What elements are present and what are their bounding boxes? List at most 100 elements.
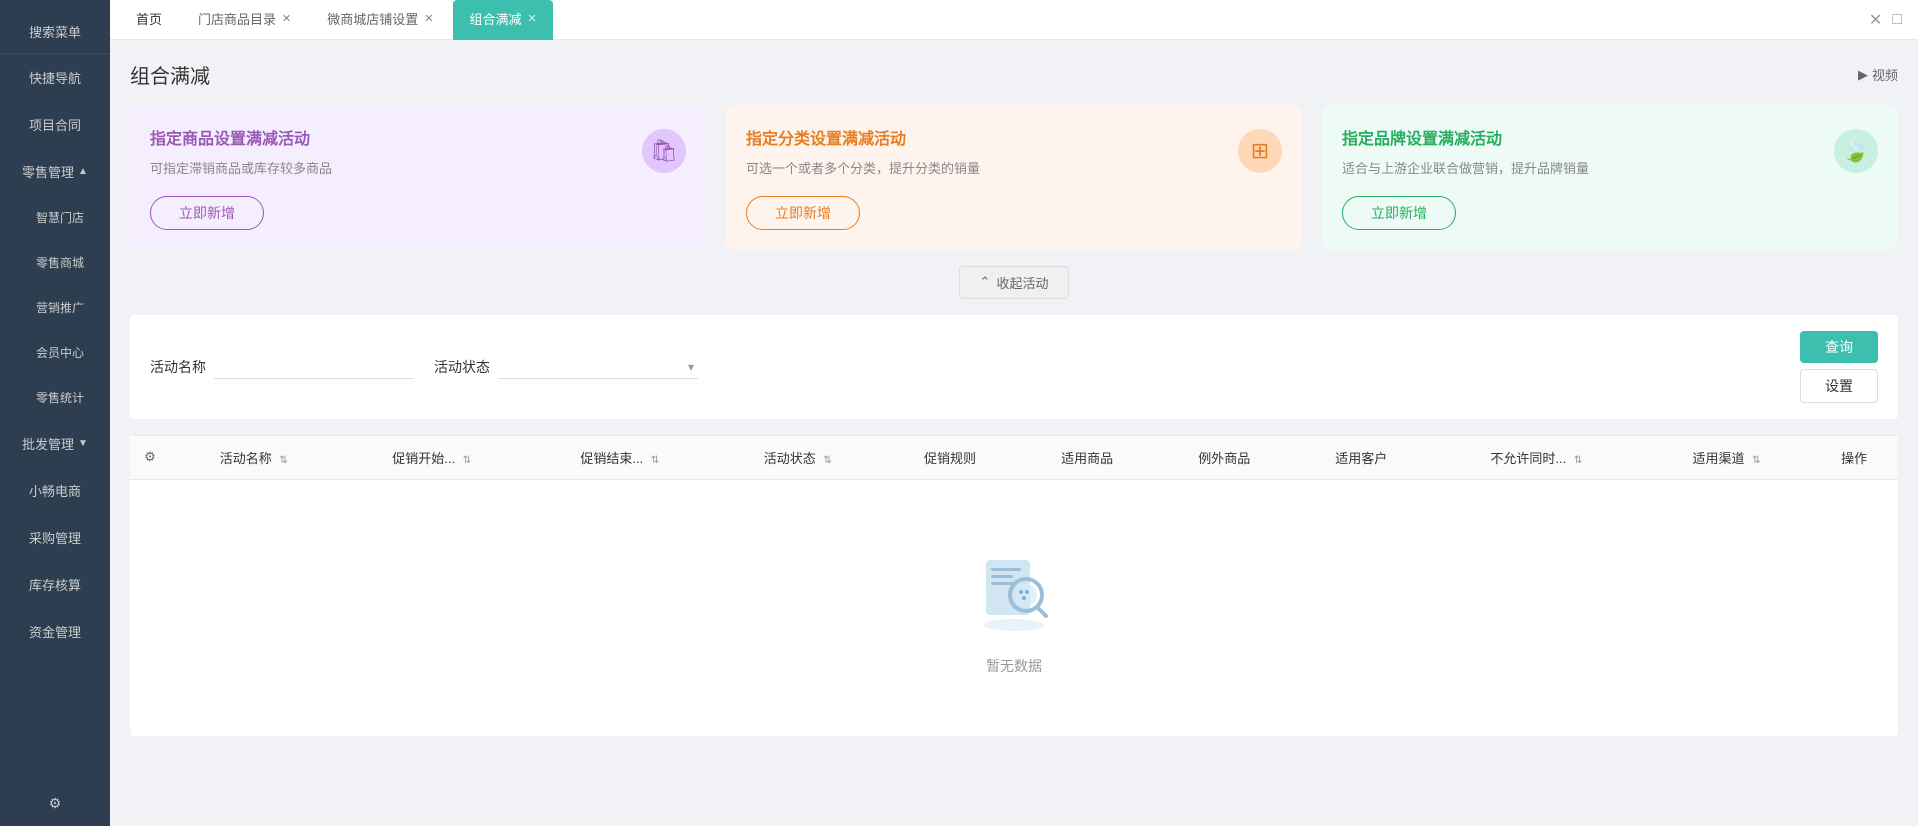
empty-state-cell: 暂无数据 xyxy=(130,479,1898,736)
sidebar-item-label: 营销推广 xyxy=(36,299,84,316)
page-title: 组合满减 xyxy=(130,60,210,89)
sort-icon: ⇅ xyxy=(823,455,831,466)
page-header: 组合满减 ▶ 视频 xyxy=(130,60,1898,89)
video-label: 视频 xyxy=(1872,65,1898,84)
table-col-applicable-customers: 适用客户 xyxy=(1293,435,1430,479)
table-col-activity-status[interactable]: 活动状态 ⇅ xyxy=(714,435,882,479)
col-applicable-products-label: 适用商品 xyxy=(1061,451,1113,466)
activity-status-label: 活动状态 xyxy=(434,357,490,377)
sidebar-item-label: 零售商城 xyxy=(36,254,84,271)
tab-store-catalog-label: 门店商品目录 xyxy=(198,9,276,28)
table-header-row: ⚙ 活动名称 ⇅ 促销开始... ⇅ 促销结束... ⇅ xyxy=(130,435,1898,479)
category-card-icon: ⊞ xyxy=(1238,129,1282,173)
search-row: 活动名称 活动状态 进行中 已结束 未开始 ▾ 查询 设置 xyxy=(130,315,1898,419)
sidebar-item-project-contract[interactable]: 项目合同 xyxy=(0,101,110,148)
tab-store-catalog[interactable]: 门店商品目录 ✕ xyxy=(182,0,307,40)
sort-icon: ⇅ xyxy=(651,455,659,466)
data-table: ⚙ 活动名称 ⇅ 促销开始... ⇅ 促销结束... ⇅ xyxy=(130,435,1898,736)
empty-state: 暂无数据 xyxy=(130,480,1898,736)
sidebar-item-label: 会员中心 xyxy=(36,344,84,361)
close-window-icon[interactable]: ✕ xyxy=(1869,10,1882,30)
collapse-activities-btn[interactable]: ⌃ 收起活动 xyxy=(959,266,1070,299)
sidebar-item-quick-nav[interactable]: 快捷导航 xyxy=(0,54,110,101)
table-col-promo-end[interactable]: 促销结束... ⇅ xyxy=(526,435,714,479)
table-header: ⚙ 活动名称 ⇅ 促销开始... ⇅ 促销结束... ⇅ xyxy=(130,435,1898,479)
col-applicable-channels-label: 适用渠道 xyxy=(1693,451,1745,466)
shopping-bag-icon: 🛍 xyxy=(650,138,678,164)
activity-status-field: 活动状态 进行中 已结束 未开始 ▾ xyxy=(434,354,698,379)
col-promo-start-label: 促销开始... xyxy=(392,451,455,466)
table-col-not-concurrent[interactable]: 不允许同时... ⇅ xyxy=(1430,435,1643,479)
tab-store-catalog-close-icon[interactable]: ✕ xyxy=(282,12,291,25)
sidebar-item-xiaochangec[interactable]: 小畅电商 xyxy=(0,467,110,514)
main-area: 首页 门店商品目录 ✕ 微商城店铺设置 ✕ 组合满减 ✕ ✕ □ 组合满减 ▶ … xyxy=(110,0,1918,826)
query-btn[interactable]: 查询 xyxy=(1800,331,1878,363)
product-promo-card: 指定商品设置满减活动 🛍 可指定滞销商品或库存较多商品 立即新增 xyxy=(130,105,706,250)
tab-combo-discount-close-icon[interactable]: ✕ xyxy=(528,12,537,25)
sidebar-item-label: 零售统计 xyxy=(36,389,84,406)
table-col-promo-start[interactable]: 促销开始... ⇅ xyxy=(338,435,526,479)
sidebar-item-marketing[interactable]: 营销推广 xyxy=(0,285,110,330)
sidebar-item-member-center[interactable]: 会员中心 xyxy=(0,330,110,375)
sidebar-search[interactable]: 搜索菜单 xyxy=(0,10,110,54)
gear-icon: ⚙ xyxy=(49,795,62,811)
sort-icon: ⇅ xyxy=(1574,455,1582,466)
tab-combo-discount-label: 组合满减 xyxy=(469,9,521,28)
sidebar-item-retail-mall[interactable]: 零售商城 xyxy=(0,240,110,285)
chevron-up-icon: ⌃ xyxy=(980,274,991,290)
tab-wechat-store-close-icon[interactable]: ✕ xyxy=(424,12,433,25)
tab-combo-discount[interactable]: 组合满减 ✕ xyxy=(453,0,552,40)
sort-icon: ⇅ xyxy=(463,455,471,466)
sidebar-item-fund[interactable]: 资金管理 xyxy=(0,608,110,655)
product-card-add-btn[interactable]: 立即新增 xyxy=(150,196,264,230)
sidebar-item-smart-store[interactable]: 智慧门店 xyxy=(0,195,110,240)
sidebar-item-label: 零售管理 xyxy=(22,162,74,181)
table-col-applicable-channels[interactable]: 适用渠道 ⇅ xyxy=(1643,435,1811,479)
window-controls: ✕ □ xyxy=(1869,10,1908,30)
sidebar-item-wholesale[interactable]: 批发管理 ▼ xyxy=(0,420,110,467)
activity-status-select[interactable]: 进行中 已结束 未开始 xyxy=(498,354,698,379)
brand-card-title: 指定品牌设置满减活动 xyxy=(1342,125,1878,149)
sidebar-item-inventory[interactable]: 库存核算 xyxy=(0,561,110,608)
tab-wechat-store[interactable]: 微商城店铺设置 ✕ xyxy=(311,0,449,40)
col-actions-label: 操作 xyxy=(1841,451,1867,466)
page-content: 组合满减 ▶ 视频 指定商品设置满减活动 🛍 可指定滞销商品或库存较多商品 立即… xyxy=(110,40,1918,826)
sidebar-item-label: 项目合同 xyxy=(29,115,81,134)
sidebar-item-retail-stats[interactable]: 零售统计 xyxy=(0,375,110,420)
brand-card-desc: 适合与上游企业联合做营销，提升品牌销量 xyxy=(1342,159,1878,180)
empty-state-illustration xyxy=(964,540,1064,640)
tab-wechat-store-label: 微商城店铺设置 xyxy=(327,9,418,28)
col-promo-rules-label: 促销规则 xyxy=(924,451,976,466)
maximize-window-icon[interactable]: □ xyxy=(1892,11,1902,29)
collapse-btn-label: 收起活动 xyxy=(996,273,1048,292)
sidebar-item-label: 小畅电商 xyxy=(29,481,81,500)
search-buttons: 查询 设置 xyxy=(1800,331,1878,403)
tab-home[interactable]: 首页 xyxy=(120,0,178,40)
activity-name-input[interactable] xyxy=(214,354,414,379)
settings-btn[interactable]: 设置 xyxy=(1800,369,1878,403)
video-link[interactable]: ▶ 视频 xyxy=(1858,65,1898,84)
sidebar-item-retail-management[interactable]: 零售管理 ▲ xyxy=(0,148,110,195)
col-promo-end-label: 促销结束... xyxy=(580,451,643,466)
col-excluded-products-label: 例外商品 xyxy=(1198,451,1250,466)
brand-promo-card: 指定品牌设置满减活动 🍃 适合与上游企业联合做营销，提升品牌销量 立即新增 xyxy=(1322,105,1898,250)
product-card-desc: 可指定滞销商品或库存较多商品 xyxy=(150,159,686,180)
sidebar-item-purchase[interactable]: 采购管理 xyxy=(0,514,110,561)
sidebar: 搜索菜单 快捷导航 项目合同 零售管理 ▲ 智慧门店 零售商城 营销推广 会员中… xyxy=(0,0,110,826)
table-col-activity-name[interactable]: 活动名称 ⇅ xyxy=(170,435,338,479)
product-card-title: 指定商品设置满减活动 xyxy=(150,125,686,149)
table-settings-gear-icon[interactable]: ⚙ xyxy=(144,449,156,464)
sidebar-item-label: 快捷导航 xyxy=(29,68,81,87)
leaf-icon: 🍃 xyxy=(1842,138,1869,164)
chevron-down-icon: ▼ xyxy=(78,438,88,449)
activity-name-label: 活动名称 xyxy=(150,357,206,377)
activity-name-field: 活动名称 xyxy=(150,354,414,379)
brand-card-add-btn[interactable]: 立即新增 xyxy=(1342,196,1456,230)
table-col-settings: ⚙ xyxy=(130,435,170,479)
sidebar-settings-btn[interactable]: ⚙ xyxy=(0,781,110,826)
category-card-add-btn[interactable]: 立即新增 xyxy=(746,196,860,230)
col-applicable-customers-label: 适用客户 xyxy=(1335,451,1387,466)
category-card-desc: 可选一个或者多个分类，提升分类的销量 xyxy=(746,159,1282,180)
sort-icon: ⇅ xyxy=(279,455,287,466)
col-not-concurrent-label: 不允许同时... xyxy=(1490,451,1566,466)
